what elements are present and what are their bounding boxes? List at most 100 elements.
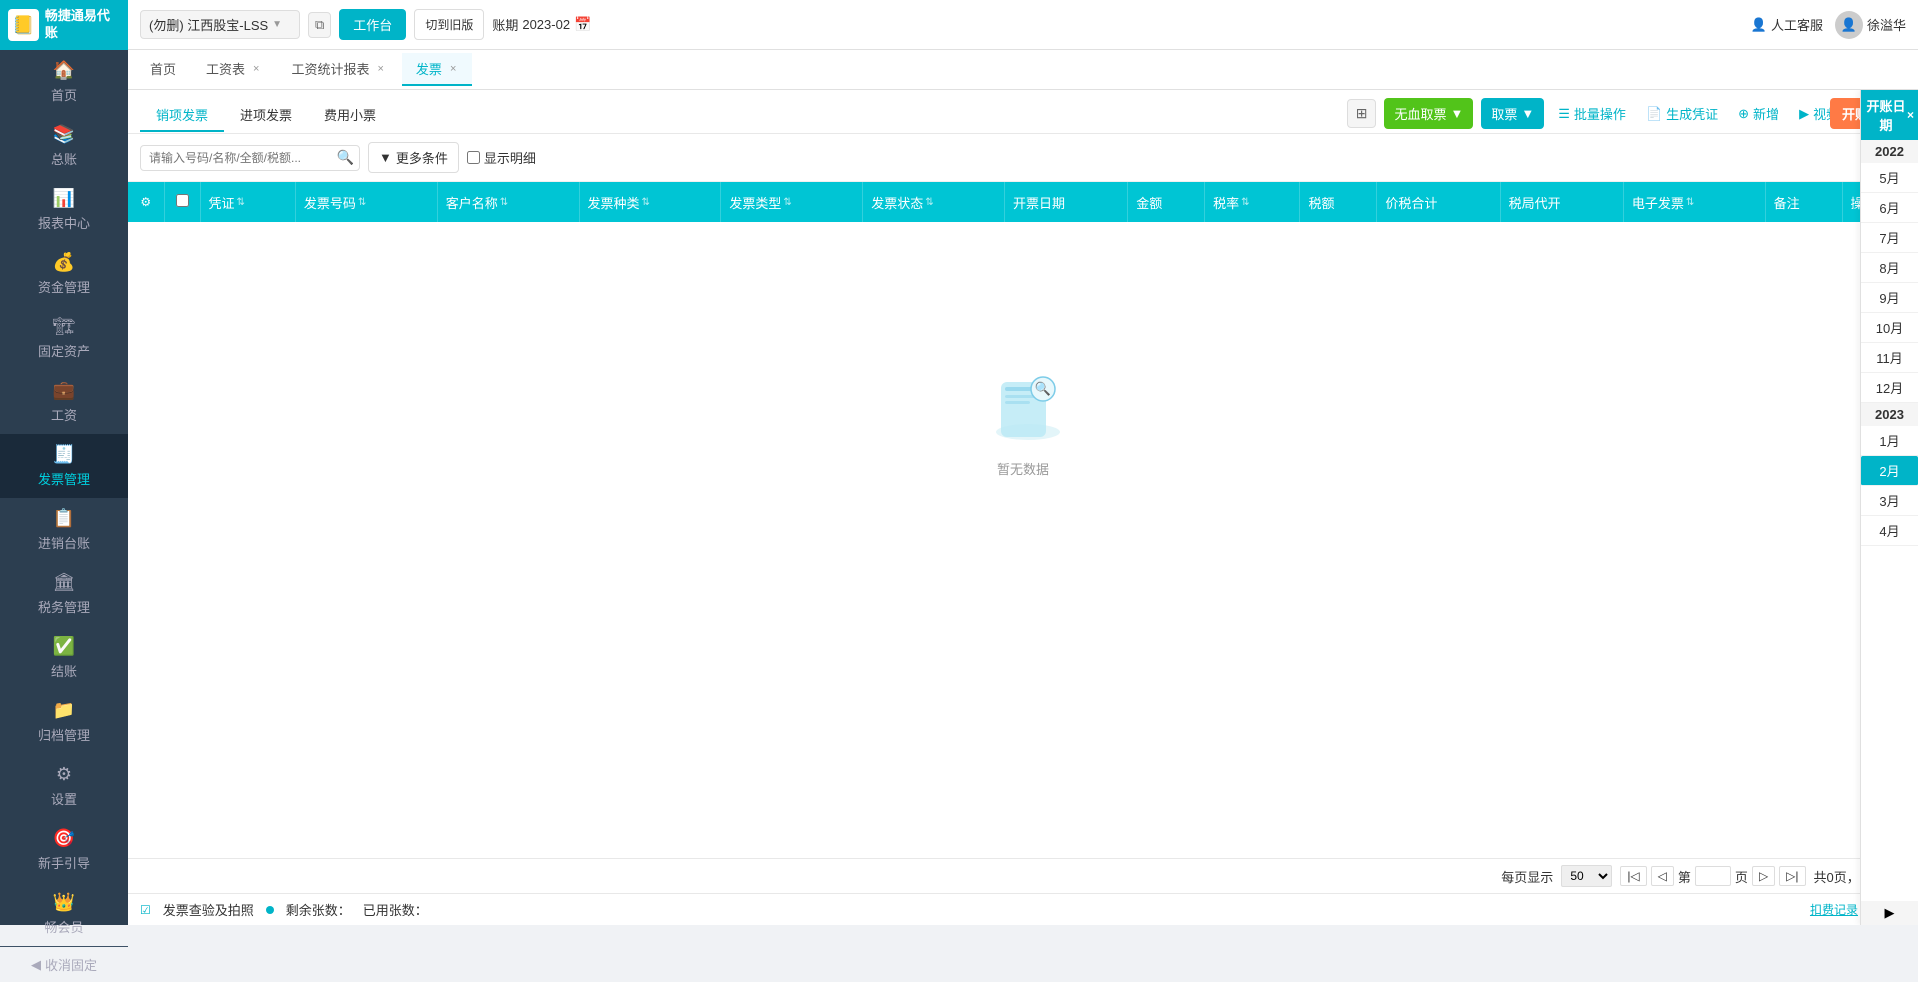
sort-icon: ⇅	[783, 197, 791, 208]
page-input[interactable]: 1	[1695, 866, 1731, 886]
voucher-action[interactable]: 📄 生成凭证	[1640, 100, 1724, 127]
first-page-btn[interactable]: |◁	[1620, 866, 1646, 886]
user-name: 徐溢华	[1867, 15, 1906, 34]
sidebar-item-label: 发票管理	[38, 469, 90, 488]
th-status: 发票状态⇅	[863, 182, 1005, 222]
sidebar-item-sales[interactable]: 📋 进销台账	[0, 498, 128, 562]
th-tax-rate: 税率⇅	[1205, 182, 1300, 222]
tab-salary[interactable]: 工资表 ×	[192, 53, 275, 86]
month-2022-12[interactable]: 12月	[1861, 373, 1918, 403]
new-label: 新增	[1753, 104, 1779, 123]
remain-label: 剩余张数：	[286, 900, 351, 919]
tabbar: 首页 工资表 × 工资统计报表 × 发票 ×	[128, 50, 1918, 90]
tab-invoice[interactable]: 发票 ×	[402, 53, 472, 86]
month-2022-06[interactable]: 6月	[1861, 193, 1918, 223]
sidebar-collapse-btn[interactable]: ◀ 收消固定	[0, 947, 128, 982]
th-remark: 备注	[1765, 182, 1842, 222]
sidebar-item-invoice[interactable]: 🧾 发票管理	[0, 434, 128, 498]
report-icon: 📊	[53, 188, 75, 209]
month-2022-05[interactable]: 5月	[1861, 163, 1918, 193]
settings-icon: ⚙	[56, 764, 72, 785]
no-tax-btn[interactable]: 无血取票 ▼	[1384, 98, 1473, 129]
sort-icon: ⇅	[642, 197, 650, 208]
last-page-btn[interactable]: ▷|	[1779, 866, 1805, 886]
sidebar-item-member[interactable]: 👑 畅会员	[0, 882, 128, 946]
take-btn[interactable]: 取票 ▼	[1481, 98, 1544, 129]
tab-home[interactable]: 首页	[136, 53, 190, 86]
user-menu[interactable]: 👤 徐溢华	[1835, 11, 1906, 39]
deduct-record-link[interactable]: 扣费记录	[1810, 901, 1858, 918]
month-2022-11[interactable]: 11月	[1861, 343, 1918, 373]
sidebar-item-settings[interactable]: ⚙ 设置	[0, 754, 128, 818]
sidebar-item-tax[interactable]: 🏛 税务管理	[0, 562, 128, 626]
tab-salary-report-close[interactable]: ×	[375, 63, 385, 75]
date-panel-scroll[interactable]: 2022 5月 6月 7月 8月 9月 10月 11月 12月 2023 1月 …	[1861, 140, 1918, 901]
page-size-select[interactable]: 50 100 200	[1561, 865, 1612, 887]
th-amount: 金额	[1128, 182, 1205, 222]
service-icon: 👤	[1751, 17, 1767, 33]
sidebar-bottom: ◀ 收消固定	[0, 946, 128, 982]
subtab-receipt[interactable]: 费用小票	[308, 99, 392, 132]
prev-page-btn[interactable]: ◁	[1651, 866, 1674, 886]
sidebar-item-archive[interactable]: 📁 归档管理	[0, 690, 128, 754]
show-detail-check[interactable]	[467, 151, 480, 164]
subtab-sales-label: 销项发票	[156, 108, 208, 123]
used-label: 已用张数：	[363, 900, 428, 919]
grid-settings-button[interactable]: ⊞	[1347, 99, 1377, 128]
sidebar-item-guide[interactable]: 🎯 新手引导	[0, 818, 128, 882]
table-area[interactable]: ⚙ 凭证⇅ 发票号码⇅ 客户名称⇅ 发票种类⇅ 发票类型⇅ 发票状态⇅ 开票日期…	[128, 182, 1918, 858]
sidebar-item-label: 固定资产	[38, 341, 90, 360]
sidebar-item-close-accounts[interactable]: ✅ 结账	[0, 626, 128, 690]
sidebar: 📒 畅捷通易代账 🏠 首页 📚 总账 📊 报表中心 💰 资金管理 🏗 固定资产 …	[0, 0, 128, 925]
sidebar-item-ledger[interactable]: 📚 总账	[0, 114, 128, 178]
sidebar-item-salary[interactable]: 💼 工资	[0, 370, 128, 434]
month-2022-10[interactable]: 10月	[1861, 313, 1918, 343]
month-2022-09[interactable]: 9月	[1861, 283, 1918, 313]
sidebar-item-funds[interactable]: 💰 资金管理	[0, 242, 128, 306]
copy-button[interactable]: ⧉	[308, 12, 331, 38]
month-2022-07[interactable]: 7月	[1861, 223, 1918, 253]
subtab-sales[interactable]: 销项发票	[140, 99, 224, 132]
sidebar-item-home[interactable]: 🏠 首页	[0, 50, 128, 114]
subtab-purchase[interactable]: 进项发票	[224, 99, 308, 132]
collapse-icon: ◀	[31, 957, 41, 973]
select-all-checkbox[interactable]	[176, 194, 189, 207]
company-selector[interactable]: (勿删) 江西股宝-LSS ▼	[140, 10, 300, 39]
calendar-icon[interactable]: 📅	[574, 16, 591, 33]
date-panel: 开账日期 × 2022 5月 6月 7月 8月 9月 10月 11月 12月 2…	[1860, 90, 1918, 925]
batch-action[interactable]: ☰ 批量操作	[1552, 100, 1632, 127]
date-panel-close-btn[interactable]: ×	[1907, 108, 1914, 122]
workspace-button[interactable]: 工作台	[339, 9, 406, 40]
date-panel-header[interactable]: 开账日期 ×	[1861, 90, 1918, 140]
sort-icon: ⇅	[1241, 197, 1249, 208]
month-2022-08[interactable]: 8月	[1861, 253, 1918, 283]
empty-text: 暂无数据	[997, 459, 1049, 478]
date-panel-toggle[interactable]: ▶	[1861, 901, 1918, 925]
tax-icon: 🏛	[53, 572, 76, 593]
filter-button[interactable]: ▼ 更多条件	[368, 142, 459, 173]
tab-salary-report[interactable]: 工资统计报表 ×	[277, 53, 399, 86]
show-detail-checkbox[interactable]: 显示明细	[467, 148, 536, 167]
month-2023-01[interactable]: 1月	[1861, 426, 1918, 456]
sort-icon: ⇅	[925, 197, 933, 208]
month-2023-04[interactable]: 4月	[1861, 516, 1918, 546]
sidebar-item-assets[interactable]: 🏗 固定资产	[0, 306, 128, 370]
switch-version-button[interactable]: 切到旧版	[414, 9, 484, 40]
search-input[interactable]	[140, 145, 360, 171]
no-tax-label: 无血取票	[1394, 104, 1446, 123]
new-action[interactable]: ⊕ 新增	[1732, 100, 1785, 127]
tab-invoice-close[interactable]: ×	[448, 63, 458, 75]
month-2023-03[interactable]: 3月	[1861, 486, 1918, 516]
search-icon[interactable]: 🔍	[337, 149, 354, 166]
th-checkbox[interactable]	[164, 182, 200, 222]
service-button[interactable]: 👤 人工客服	[1751, 15, 1823, 34]
sidebar-item-label: 工资	[51, 405, 77, 424]
avatar: 👤	[1835, 11, 1863, 39]
next-page-btn[interactable]: ▷	[1752, 866, 1775, 886]
month-2023-02[interactable]: 2月	[1861, 456, 1918, 486]
sidebar-item-report[interactable]: 📊 报表中心	[0, 178, 128, 242]
th-settings[interactable]: ⚙	[128, 182, 164, 222]
tab-salary-close[interactable]: ×	[251, 63, 261, 75]
subtab-bar: 销项发票 进项发票 费用小票 ⊞ 无血取票 ▼ 取票 ▼ ☰	[128, 90, 1918, 134]
company-name: (勿删) 江西股宝-LSS	[149, 15, 268, 34]
